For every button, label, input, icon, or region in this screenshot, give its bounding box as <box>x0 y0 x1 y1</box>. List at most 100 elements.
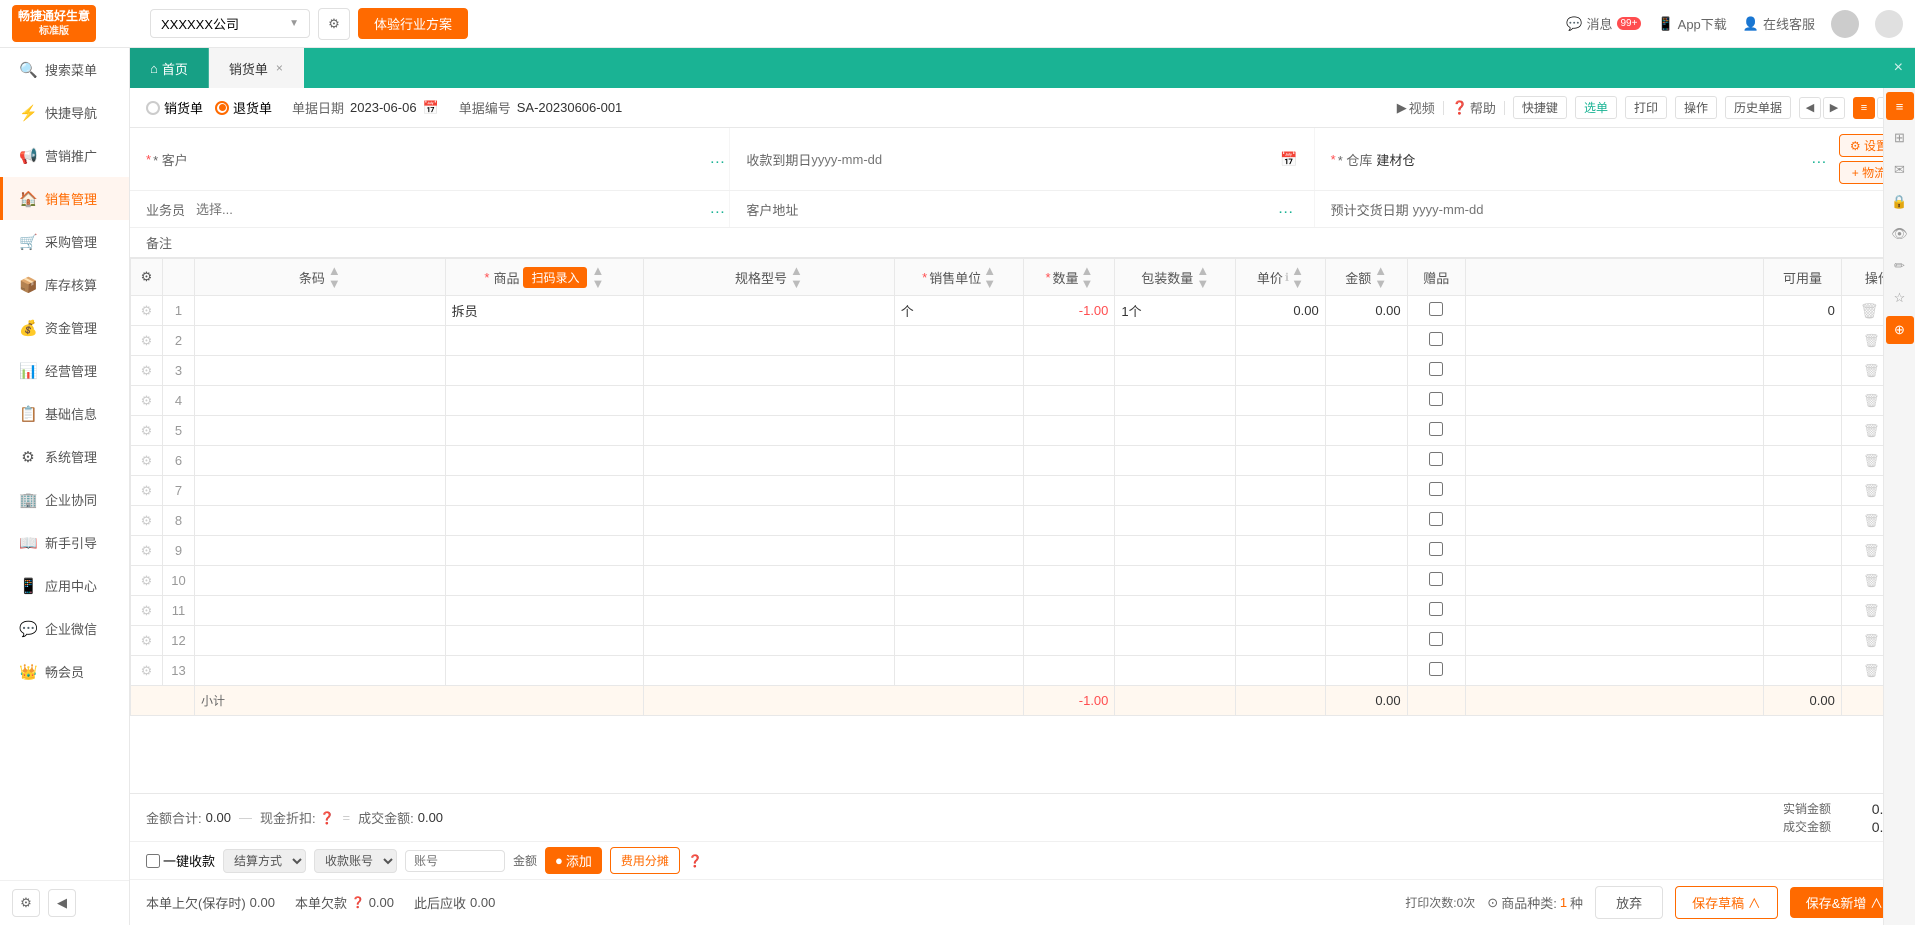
td-spec[interactable] <box>644 416 895 446</box>
td-unit[interactable] <box>894 476 1024 506</box>
td-barcode[interactable] <box>195 416 446 446</box>
td-qty[interactable] <box>1024 416 1115 446</box>
td-spec[interactable] <box>644 446 895 476</box>
close-window-button[interactable]: × <box>1882 59 1915 77</box>
td-qty[interactable] <box>1024 566 1115 596</box>
gift-cb[interactable] <box>1429 422 1443 436</box>
gift-cb[interactable] <box>1429 512 1443 526</box>
spec-input-1[interactable] <box>650 304 888 318</box>
td-notes[interactable] <box>1465 656 1763 686</box>
sidebar-item-nav[interactable]: ⚡ 快捷导航 <box>0 91 129 134</box>
calendar-icon[interactable]: 📅 <box>423 100 439 116</box>
row-gear-icon[interactable]: ⚙ <box>141 483 153 498</box>
td-qty[interactable] <box>1024 386 1115 416</box>
td-notes-1[interactable] <box>1465 296 1763 326</box>
td-unit-1[interactable]: 个 <box>894 296 1024 326</box>
td-qty[interactable] <box>1024 506 1115 536</box>
account-select[interactable]: 收款账号 <box>314 849 397 873</box>
save-draft-button[interactable]: 保存草稿 ∧ <box>1675 886 1778 919</box>
td-barcode[interactable] <box>195 356 446 386</box>
td-spec[interactable] <box>644 476 895 506</box>
td-price[interactable] <box>1236 356 1326 386</box>
right-tool-view[interactable]: 👁 <box>1886 220 1914 248</box>
td-price[interactable] <box>1236 626 1326 656</box>
td-spec[interactable] <box>644 506 895 536</box>
td-amount[interactable] <box>1325 656 1407 686</box>
td-barcode-1[interactable] <box>195 296 446 326</box>
td-notes[interactable] <box>1465 326 1763 356</box>
customer-dots[interactable]: … <box>705 150 729 168</box>
del-btn[interactable]: 🗑 <box>1863 453 1880 468</box>
td-spec[interactable] <box>644 626 895 656</box>
gift-cb[interactable] <box>1429 602 1443 616</box>
discard-button[interactable]: 放弃 <box>1595 886 1663 919</box>
td-barcode[interactable] <box>195 596 446 626</box>
message-button[interactable]: 💬 消息 99+ <box>1566 14 1641 33</box>
sidebar-item-apps[interactable]: 📱 应用中心 <box>0 564 129 607</box>
tab-close-icon[interactable]: × <box>276 61 283 75</box>
gift-cb[interactable] <box>1429 362 1443 376</box>
sidebar-collapse-btn[interactable]: ◀ <box>48 889 76 917</box>
sidebar-settings-btn[interactable]: ⚙ <box>12 889 40 917</box>
td-spec[interactable] <box>644 566 895 596</box>
td-unit[interactable] <box>894 386 1024 416</box>
row-gear-icon[interactable]: ⚙ <box>141 333 153 348</box>
td-spec[interactable] <box>644 386 895 416</box>
row-gear-icon[interactable]: ⚙ <box>141 663 153 678</box>
row-gear-icon[interactable]: ⚙ <box>141 573 153 588</box>
gift-cb[interactable] <box>1429 392 1443 406</box>
sidebar-item-enterprise[interactable]: 🏢 企业协同 <box>0 478 129 521</box>
one-click-pay-label[interactable]: 一键收款 <box>146 851 215 870</box>
delete-btn-1[interactable]: 🗑 <box>1860 303 1879 320</box>
td-notes[interactable] <box>1465 446 1763 476</box>
td-amount[interactable] <box>1325 386 1407 416</box>
td-amount[interactable] <box>1325 326 1407 356</box>
sales-order-radio[interactable]: 销货单 <box>146 98 203 117</box>
td-notes[interactable] <box>1465 566 1763 596</box>
row-gear-icon[interactable]: ⚙ <box>141 303 153 318</box>
td-product[interactable] <box>445 506 643 536</box>
sidebar-item-wechat[interactable]: 💬 企业微信 <box>0 607 129 650</box>
td-barcode[interactable] <box>195 536 446 566</box>
avatar[interactable] <box>1831 10 1859 38</box>
one-click-pay-checkbox[interactable] <box>146 854 160 868</box>
td-product-1[interactable]: 拆员 <box>445 296 643 326</box>
right-tool-list[interactable]: ≡ <box>1886 92 1914 120</box>
td-barcode[interactable] <box>195 386 446 416</box>
del-btn[interactable]: 🗑 <box>1863 663 1880 678</box>
td-barcode[interactable] <box>195 656 446 686</box>
customer-addr-input[interactable] <box>806 202 1273 217</box>
td-price[interactable] <box>1236 596 1326 626</box>
td-product[interactable] <box>445 326 643 356</box>
video-link[interactable]: ▶ 视频 <box>1397 98 1435 117</box>
sidebar-item-inventory[interactable]: 📦 库存核算 <box>0 263 129 306</box>
td-amount-1[interactable]: 0.00 <box>1325 296 1407 326</box>
expense-button[interactable]: 费用分摊 <box>610 847 680 874</box>
del-btn[interactable]: 🗑 <box>1863 363 1880 378</box>
sidebar-item-member[interactable]: 👑 畅会员 <box>0 650 129 693</box>
td-qty[interactable] <box>1024 656 1115 686</box>
discount-help-icon[interactable]: ❓ <box>320 811 335 825</box>
td-barcode[interactable] <box>195 446 446 476</box>
del-btn[interactable]: 🗑 <box>1863 393 1880 408</box>
print-button[interactable]: 打印 <box>1625 96 1667 119</box>
td-qty-1[interactable]: -1.00 <box>1024 296 1115 326</box>
account-input[interactable] <box>405 850 505 872</box>
del-btn[interactable]: 🗑 <box>1863 543 1880 558</box>
td-product[interactable] <box>445 386 643 416</box>
td-price[interactable] <box>1236 506 1326 536</box>
customer-input[interactable] <box>197 152 705 167</box>
del-btn[interactable]: 🗑 <box>1863 423 1880 438</box>
td-price[interactable] <box>1236 536 1326 566</box>
right-tool-message[interactable]: ✉ <box>1886 156 1914 184</box>
td-qty[interactable] <box>1024 446 1115 476</box>
td-spec[interactable] <box>644 356 895 386</box>
barcode-input-1[interactable] <box>201 304 439 318</box>
gift-cb[interactable] <box>1429 332 1443 346</box>
td-notes[interactable] <box>1465 416 1763 446</box>
td-qty[interactable] <box>1024 626 1115 656</box>
td-notes[interactable] <box>1465 356 1763 386</box>
td-spec[interactable] <box>644 326 895 356</box>
sidebar-item-guide[interactable]: 📖 新手引导 <box>0 521 129 564</box>
sidebar-item-finance[interactable]: 💰 资金管理 <box>0 306 129 349</box>
